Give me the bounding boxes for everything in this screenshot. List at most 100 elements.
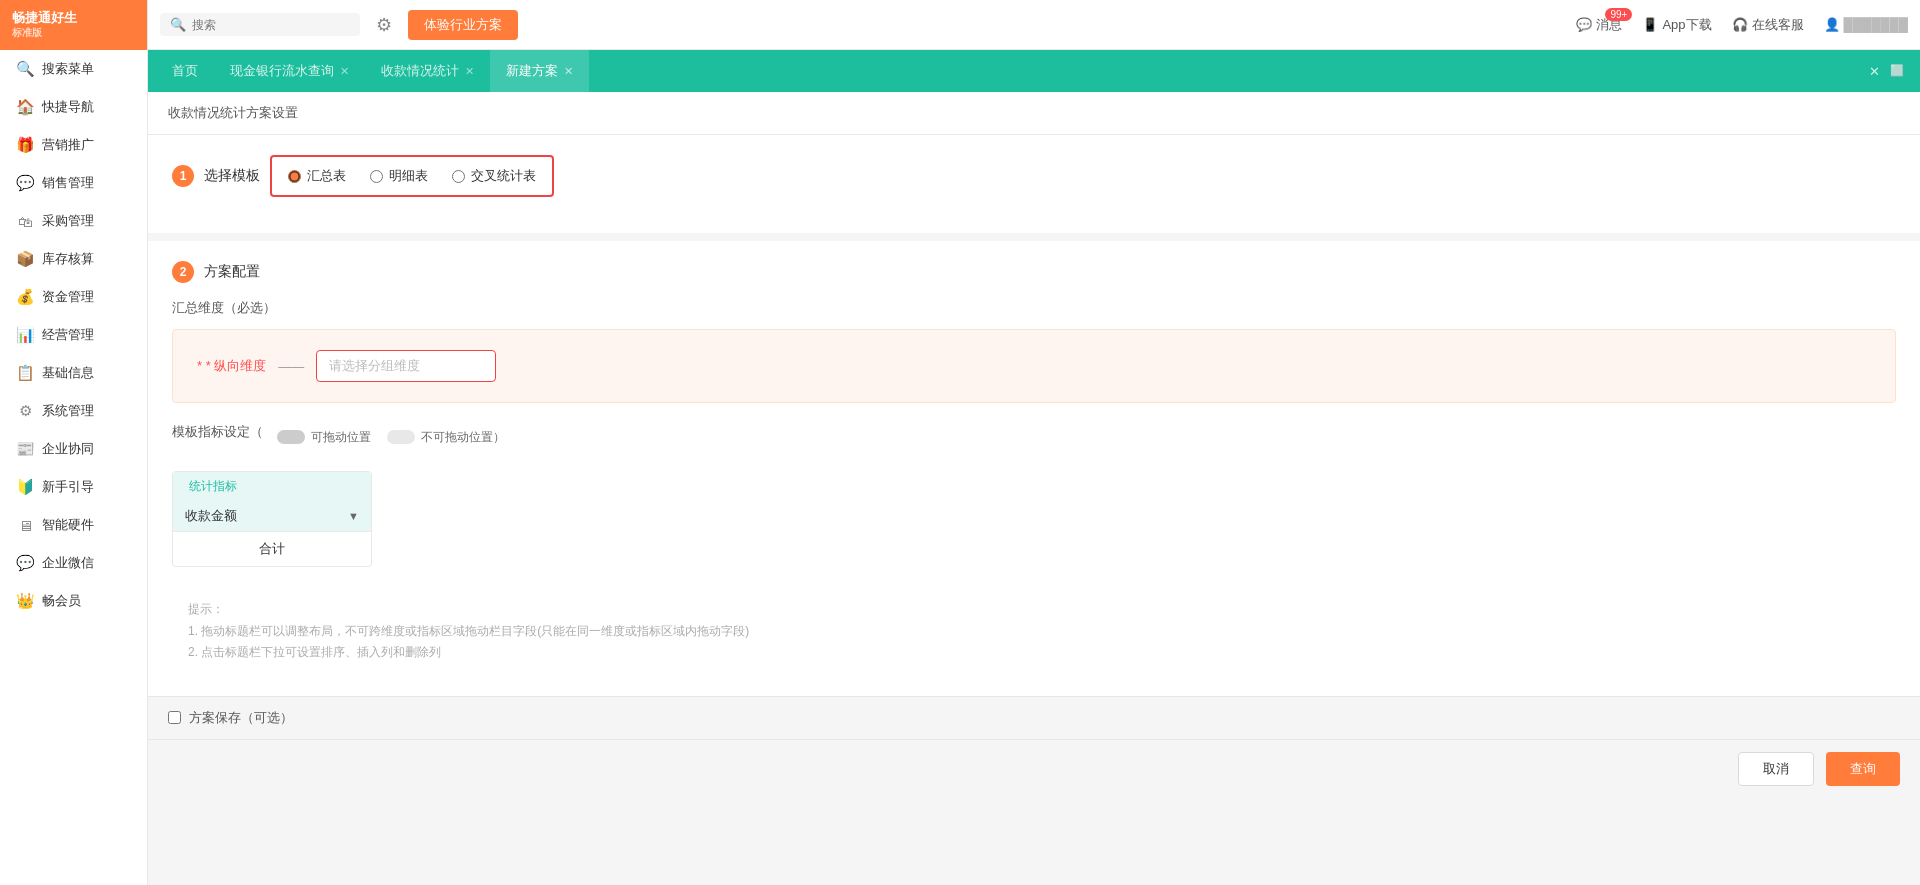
sidebar-item-newbie[interactable]: 🔰 新手引导 bbox=[0, 468, 147, 506]
search-box[interactable]: 🔍 bbox=[160, 13, 360, 36]
search-icon: 🔍 bbox=[170, 17, 186, 32]
service-item[interactable]: 🎧 在线客服 bbox=[1732, 16, 1804, 34]
topbar: 🔍 ⚙ 体验行业方案 💬 消息 99+ 📱 App下载 🎧 在线客服 👤 ███… bbox=[148, 0, 1920, 50]
option-summary[interactable]: 汇总表 bbox=[288, 167, 346, 185]
tab-new-scheme-label: 新建方案 bbox=[506, 62, 558, 80]
sidebar-item-finance[interactable]: 💰 资金管理 bbox=[0, 278, 147, 316]
settings-icon[interactable]: ⚙ bbox=[376, 14, 392, 36]
sidebar-item-marketing[interactable]: 🎁 营销推广 bbox=[0, 126, 147, 164]
message-icon: 💬 bbox=[1576, 17, 1592, 32]
newbie-icon: 🔰 bbox=[16, 478, 34, 496]
step1-label: 1 选择模板 汇总表 明细表 交叉统计表 bbox=[172, 155, 1896, 197]
step1-title: 选择模板 bbox=[204, 167, 260, 185]
dimension-select[interactable]: 请选择分组维度 bbox=[316, 350, 496, 382]
sidebar-item-label: 快捷导航 bbox=[42, 98, 94, 116]
sidebar-item-corp-collab[interactable]: 📰 企业协同 bbox=[0, 430, 147, 468]
logo: 畅捷通好生 标准版 bbox=[0, 0, 147, 50]
wechat-icon: 💬 bbox=[16, 554, 34, 572]
download-item[interactable]: 📱 App下载 bbox=[1642, 16, 1711, 34]
user-name: ███████ bbox=[1844, 17, 1908, 32]
sidebar-item-label: 库存核算 bbox=[42, 250, 94, 268]
tab-cash-flow[interactable]: 现金银行流水查询 ✕ bbox=[214, 50, 365, 92]
fixed-label: 不可拖动位置） bbox=[421, 429, 505, 446]
download-label: App下载 bbox=[1662, 16, 1711, 34]
user-info[interactable]: 👤 ███████ bbox=[1824, 17, 1908, 32]
sidebar-item-operation[interactable]: 📊 经营管理 bbox=[0, 316, 147, 354]
sidebar-item-member[interactable]: 👑 畅会员 bbox=[0, 582, 147, 620]
step1-number: 1 bbox=[172, 165, 194, 187]
save-checkbox[interactable] bbox=[168, 711, 181, 724]
tab-new-scheme-close[interactable]: ✕ bbox=[564, 65, 573, 78]
sidebar-item-label: 基础信息 bbox=[42, 364, 94, 382]
required-star: * bbox=[197, 358, 202, 373]
fixed-indicator bbox=[387, 430, 415, 444]
radio-detail[interactable] bbox=[370, 170, 383, 183]
trial-button[interactable]: 体验行业方案 bbox=[408, 10, 518, 40]
metrics-header: 模板指标设定（ 可拖动位置 不可拖动位置） bbox=[172, 423, 1896, 451]
gear-icon: ⚙ bbox=[16, 402, 34, 420]
radio-cross[interactable] bbox=[452, 170, 465, 183]
money-icon: 💰 bbox=[16, 288, 34, 306]
option-detail[interactable]: 明细表 bbox=[370, 167, 428, 185]
vertical-dim-label: * * 纵向维度 bbox=[197, 357, 266, 375]
metrics-section: 模板指标设定（ 可拖动位置 不可拖动位置） 统计指标 bbox=[172, 423, 1896, 567]
query-button[interactable]: 查询 bbox=[1826, 752, 1900, 786]
sidebar-item-label: 新手引导 bbox=[42, 478, 94, 496]
option-cross[interactable]: 交叉统计表 bbox=[452, 167, 536, 185]
tab-receipt-stats[interactable]: 收款情况统计 ✕ bbox=[365, 50, 490, 92]
tab-receipt-stats-close[interactable]: ✕ bbox=[465, 65, 474, 78]
metrics-table: 统计指标 收款金额 ▼ 合计 bbox=[172, 471, 372, 567]
sidebar-item-label: 畅会员 bbox=[42, 592, 81, 610]
metrics-table-header: 统计指标 bbox=[173, 472, 371, 501]
tab-home[interactable]: 首页 bbox=[156, 50, 214, 92]
radio-summary[interactable] bbox=[288, 170, 301, 183]
sidebar-item-label: 销售管理 bbox=[42, 174, 94, 192]
window-maximize-icon[interactable]: ⬜ bbox=[1890, 64, 1904, 79]
window-close-icon[interactable]: ✕ bbox=[1869, 64, 1880, 79]
monitor-icon: 🖥 bbox=[16, 517, 34, 534]
message-item[interactable]: 💬 消息 99+ bbox=[1576, 16, 1622, 34]
sidebar-item-label: 企业微信 bbox=[42, 554, 94, 572]
tips-section: 提示： 1. 拖动标题栏可以调整布局，不可跨维度或指标区域拖动栏目字段(只能在同… bbox=[172, 587, 1896, 676]
sidebar-item-system[interactable]: ⚙ 系统管理 bbox=[0, 392, 147, 430]
sidebar-item-label: 资金管理 bbox=[42, 288, 94, 306]
tip1: 1. 拖动标题栏可以调整布局，不可跨维度或指标区域拖动栏目字段(只能在同一维度或… bbox=[188, 621, 1880, 643]
sidebar-item-sales[interactable]: 💬 销售管理 bbox=[0, 164, 147, 202]
dimension-select-placeholder: 请选择分组维度 bbox=[329, 358, 420, 373]
page-content: 收款情况统计方案设置 1 选择模板 汇总表 明细表 bbox=[148, 92, 1920, 885]
service-label: 在线客服 bbox=[1752, 16, 1804, 34]
step2-title: 方案配置 bbox=[204, 263, 260, 281]
cancel-button[interactable]: 取消 bbox=[1738, 752, 1814, 786]
sidebar-item-basic-info[interactable]: 📋 基础信息 bbox=[0, 354, 147, 392]
search-input[interactable] bbox=[192, 18, 342, 32]
option-summary-label: 汇总表 bbox=[307, 167, 346, 185]
sidebar-item-label: 经营管理 bbox=[42, 326, 94, 344]
vertical-label-text: * 纵向维度 bbox=[206, 358, 267, 373]
tip2: 2. 点击标题栏下拉可设置排序、插入列和删除列 bbox=[188, 642, 1880, 664]
sidebar-item-purchase[interactable]: 🛍 采购管理 bbox=[0, 202, 147, 240]
metrics-col-row: 合计 bbox=[173, 532, 371, 566]
sidebar-item-label: 营销推广 bbox=[42, 136, 94, 154]
metrics-col-header[interactable]: 收款金额 ▼ bbox=[173, 501, 371, 532]
metrics-label-text: 模板指标设定（ bbox=[172, 423, 263, 441]
tab-cash-flow-close[interactable]: ✕ bbox=[340, 65, 349, 78]
tab-new-scheme[interactable]: 新建方案 ✕ bbox=[490, 50, 589, 92]
save-option-section: 方案保存（可选） bbox=[148, 696, 1920, 739]
newspaper-icon: 📰 bbox=[16, 440, 34, 458]
option-cross-label: 交叉统计表 bbox=[471, 167, 536, 185]
service-icon: 🎧 bbox=[1732, 17, 1748, 32]
nav-tabs: 首页 现金银行流水查询 ✕ 收款情况统计 ✕ 新建方案 ✕ ✕ ⬜ bbox=[148, 50, 1920, 92]
sidebar-item-quick-nav[interactable]: 🏠 快捷导航 bbox=[0, 88, 147, 126]
sidebar-item-corp-wechat[interactable]: 💬 企业微信 bbox=[0, 544, 147, 582]
sidebar-item-label: 搜索菜单 bbox=[42, 60, 94, 78]
tab-cash-flow-label: 现金银行流水查询 bbox=[230, 62, 334, 80]
sidebar-item-inventory[interactable]: 📦 库存核算 bbox=[0, 240, 147, 278]
crown-icon: 👑 bbox=[16, 592, 34, 610]
message-badge: 99+ bbox=[1605, 8, 1632, 21]
sidebar-item-search-menu[interactable]: 🔍 搜索菜单 bbox=[0, 50, 147, 88]
logo-text: 畅捷通好生 bbox=[12, 10, 77, 26]
metrics-col-dropdown-icon[interactable]: ▼ bbox=[348, 510, 359, 522]
page-header: 收款情况统计方案设置 bbox=[148, 92, 1920, 135]
sidebar-item-smart-hw[interactable]: 🖥 智能硬件 bbox=[0, 506, 147, 544]
window-controls: ✕ ⬜ bbox=[1869, 64, 1912, 79]
